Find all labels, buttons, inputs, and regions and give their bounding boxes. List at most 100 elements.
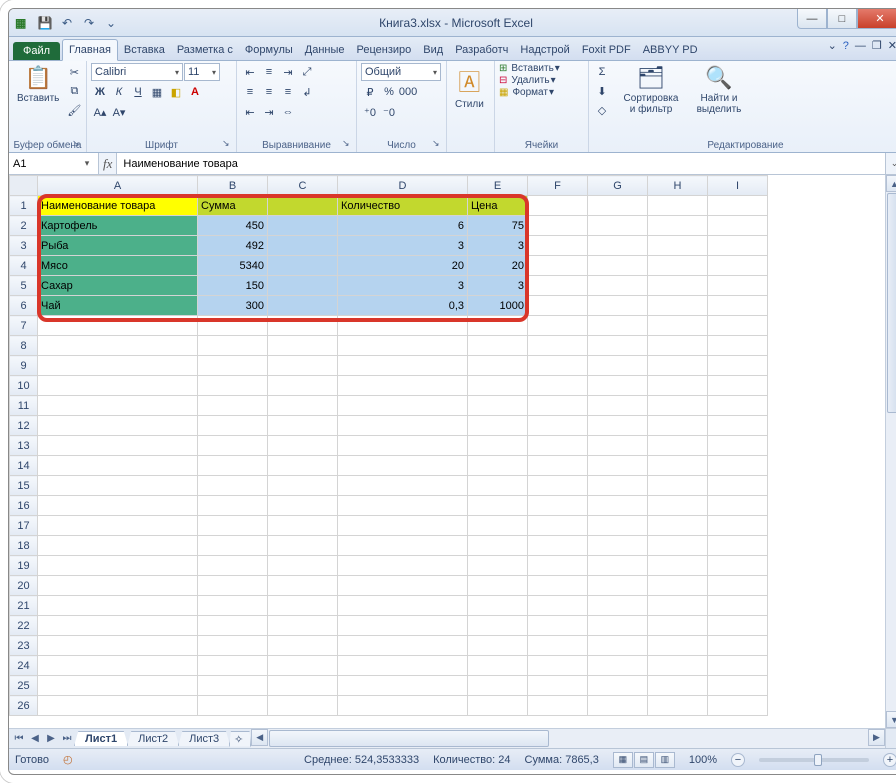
select-all-corner[interactable]	[10, 176, 38, 196]
cell-C11[interactable]	[268, 396, 338, 416]
cell-E24[interactable]	[468, 656, 528, 676]
cell-F23[interactable]	[528, 636, 588, 656]
cell-G11[interactable]	[588, 396, 648, 416]
cell-H9[interactable]	[648, 356, 708, 376]
cell-C21[interactable]	[268, 596, 338, 616]
cell-H17[interactable]	[648, 516, 708, 536]
tab-addins[interactable]: Надстрой	[514, 40, 575, 60]
zoom-slider[interactable]	[759, 758, 869, 762]
cell-H2[interactable]	[648, 216, 708, 236]
col-header-I[interactable]: I	[708, 176, 768, 196]
cell-D20[interactable]	[338, 576, 468, 596]
cell-E19[interactable]	[468, 556, 528, 576]
cell-H7[interactable]	[648, 316, 708, 336]
cell-I4[interactable]	[708, 256, 768, 276]
cell-G14[interactable]	[588, 456, 648, 476]
cell-B5[interactable]: 150	[198, 276, 268, 296]
cell-E17[interactable]	[468, 516, 528, 536]
align-center-button[interactable]: ≡	[260, 83, 278, 101]
tab-nav-last[interactable]: ⏭	[59, 731, 75, 747]
cell-F21[interactable]	[528, 596, 588, 616]
col-header-A[interactable]: A	[38, 176, 198, 196]
row-header-8[interactable]: 8	[10, 336, 38, 356]
fill-color-button[interactable]: ◧	[167, 83, 185, 101]
cell-F22[interactable]	[528, 616, 588, 636]
cell-A1[interactable]: Наименование товара	[38, 196, 198, 216]
cell-D26[interactable]	[338, 696, 468, 716]
cell-B10[interactable]	[198, 376, 268, 396]
cell-G7[interactable]	[588, 316, 648, 336]
row-header-6[interactable]: 6	[10, 296, 38, 316]
formula-input[interactable]: Наименование товара	[116, 153, 885, 174]
row-header-19[interactable]: 19	[10, 556, 38, 576]
cell-C23[interactable]	[268, 636, 338, 656]
zoom-level[interactable]: 100%	[689, 754, 717, 766]
cell-F19[interactable]	[528, 556, 588, 576]
cell-E21[interactable]	[468, 596, 528, 616]
row-header-10[interactable]: 10	[10, 376, 38, 396]
align-middle-button[interactable]: ≡	[260, 63, 278, 81]
save-button[interactable]: 💾	[37, 15, 53, 31]
row-header-2[interactable]: 2	[10, 216, 38, 236]
cell-D4[interactable]: 20	[338, 256, 468, 276]
cell-A15[interactable]	[38, 476, 198, 496]
zoom-knob[interactable]	[814, 754, 822, 766]
cell-A14[interactable]	[38, 456, 198, 476]
cell-A20[interactable]	[38, 576, 198, 596]
col-header-C[interactable]: C	[268, 176, 338, 196]
cell-I5[interactable]	[708, 276, 768, 296]
cell-D13[interactable]	[338, 436, 468, 456]
cell-H24[interactable]	[648, 656, 708, 676]
tab-view[interactable]: Вид	[417, 40, 449, 60]
row-header-14[interactable]: 14	[10, 456, 38, 476]
tab-foxit[interactable]: Foxit PDF	[576, 40, 637, 60]
sheet-tab-2[interactable]: Лист2	[127, 731, 179, 746]
cell-D8[interactable]	[338, 336, 468, 356]
cell-E13[interactable]	[468, 436, 528, 456]
cell-F6[interactable]	[528, 296, 588, 316]
cell-H19[interactable]	[648, 556, 708, 576]
row-header-1[interactable]: 1	[10, 196, 38, 216]
tab-abbyy[interactable]: ABBYY PD	[637, 40, 704, 60]
row-header-26[interactable]: 26	[10, 696, 38, 716]
cell-E18[interactable]	[468, 536, 528, 556]
increase-decimal-button[interactable]: ⁺0	[361, 103, 379, 121]
col-header-E[interactable]: E	[468, 176, 528, 196]
cell-H18[interactable]	[648, 536, 708, 556]
cell-G26[interactable]	[588, 696, 648, 716]
delete-cells-button[interactable]: ⊟Удалить ▾	[499, 75, 556, 86]
cell-F1[interactable]	[528, 196, 588, 216]
cell-C24[interactable]	[268, 656, 338, 676]
cell-H21[interactable]	[648, 596, 708, 616]
cell-G12[interactable]	[588, 416, 648, 436]
cell-C2[interactable]	[268, 216, 338, 236]
cell-A12[interactable]	[38, 416, 198, 436]
cell-E25[interactable]	[468, 676, 528, 696]
cell-E12[interactable]	[468, 416, 528, 436]
sheet-tab-3[interactable]: Лист3	[178, 731, 230, 746]
grow-font-button[interactable]: A▴	[91, 103, 109, 121]
tab-developer[interactable]: Разработч	[449, 40, 514, 60]
cell-I10[interactable]	[708, 376, 768, 396]
formula-expand-icon[interactable]: ⌄	[885, 153, 896, 174]
cell-C14[interactable]	[268, 456, 338, 476]
cell-I8[interactable]	[708, 336, 768, 356]
cell-F14[interactable]	[528, 456, 588, 476]
cell-A17[interactable]	[38, 516, 198, 536]
col-header-F[interactable]: F	[528, 176, 588, 196]
cell-H6[interactable]	[648, 296, 708, 316]
cell-I24[interactable]	[708, 656, 768, 676]
cell-B12[interactable]	[198, 416, 268, 436]
tab-insert[interactable]: Вставка	[118, 40, 171, 60]
tab-review[interactable]: Рецензиро	[351, 40, 418, 60]
cell-F18[interactable]	[528, 536, 588, 556]
cell-A5[interactable]: Сахар	[38, 276, 198, 296]
cell-A8[interactable]	[38, 336, 198, 356]
cell-F13[interactable]	[528, 436, 588, 456]
cell-F3[interactable]	[528, 236, 588, 256]
indent-inc-button[interactable]: ⇥	[260, 103, 278, 121]
cell-H15[interactable]	[648, 476, 708, 496]
close-button[interactable]: ✕	[857, 9, 896, 29]
cell-I19[interactable]	[708, 556, 768, 576]
cell-I18[interactable]	[708, 536, 768, 556]
